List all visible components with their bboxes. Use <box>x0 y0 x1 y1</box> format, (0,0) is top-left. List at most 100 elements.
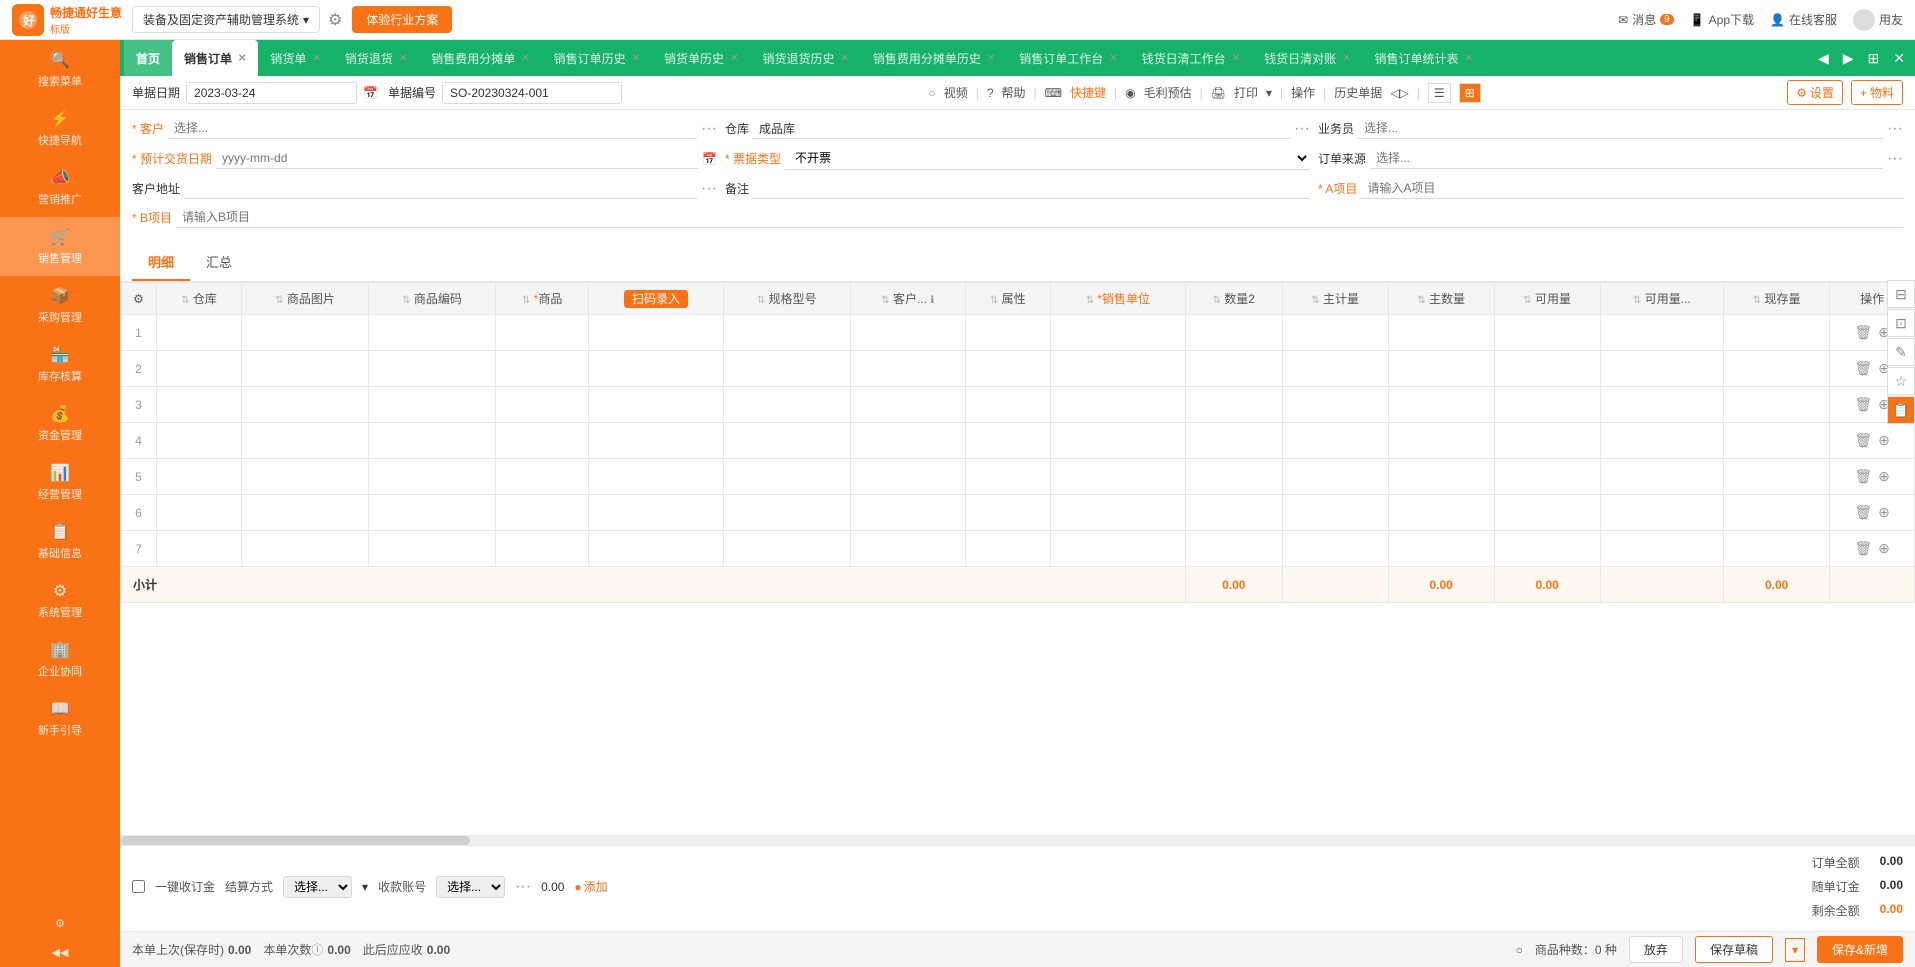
print-action[interactable]: 打印 <box>1234 84 1258 101</box>
customer-input[interactable] <box>168 118 697 139</box>
app-download-button[interactable]: 📱 App下载 <box>1690 11 1754 28</box>
row-available-3[interactable] <box>1494 387 1600 423</box>
row-available2-1[interactable] <box>1600 315 1723 351</box>
delivery-date-input[interactable] <box>216 148 698 169</box>
row-delete-6[interactable]: 🗑 <box>1854 504 1872 521</box>
tab-close-icon[interactable]: ✕ <box>1342 53 1350 64</box>
sidebar-item-search[interactable]: 🔍 搜索菜单 <box>0 40 120 99</box>
row-warehouse-2[interactable] <box>157 351 242 387</box>
row-customer-3[interactable] <box>850 387 965 423</box>
tab-summary[interactable]: 汇总 <box>190 244 248 281</box>
discard-button[interactable]: 放弃 <box>1629 936 1683 963</box>
customer-more-icon[interactable]: ··· <box>701 120 717 138</box>
row-code-1[interactable] <box>369 315 496 351</box>
row-main-unit-1[interactable] <box>1282 315 1388 351</box>
tab-daily-reconcile[interactable]: 钱货日清对账 ✕ <box>1252 40 1362 76</box>
solution-button[interactable]: 体验行业方案 <box>352 6 452 33</box>
tab-sales-order[interactable]: 销售订单 ✕ <box>172 40 258 76</box>
row-main-qty-3[interactable] <box>1388 387 1494 423</box>
row-copy-6[interactable]: ⊕ <box>1878 504 1890 521</box>
receipt-select[interactable]: 选择... <box>436 876 505 898</box>
row-warehouse-1[interactable] <box>157 315 242 351</box>
profit-action[interactable]: 毛利预估 <box>1144 84 1192 101</box>
sidebar-item-sales[interactable]: 🛒 销售管理 <box>0 217 120 276</box>
row-image-3[interactable] <box>242 387 369 423</box>
row-main-unit-2[interactable] <box>1282 351 1388 387</box>
help-action[interactable]: 帮助 <box>1002 84 1026 101</box>
rp-btn-2[interactable]: ⊡ <box>1887 309 1915 337</box>
address-input[interactable] <box>184 178 697 199</box>
row-qty2-3[interactable] <box>1185 387 1282 423</box>
a-project-input[interactable] <box>1361 178 1903 199</box>
settings-button[interactable]: ⚙ 设置 <box>1787 80 1843 105</box>
tab-sales-expense[interactable]: 销售费用分摊单 ✕ <box>419 40 541 76</box>
b-project-input[interactable] <box>176 207 1903 228</box>
remark-input[interactable] <box>753 178 1310 199</box>
sidebar-item-gear[interactable]: ⚙ <box>0 909 120 938</box>
row-available2-3[interactable] <box>1600 387 1723 423</box>
row-image-2[interactable] <box>242 351 369 387</box>
tab-close-icon[interactable]: ✕ <box>840 53 848 64</box>
table-scrollbar[interactable] <box>120 835 1915 845</box>
one-click-checkbox[interactable] <box>132 880 145 893</box>
calendar-small-icon[interactable]: 📅 <box>702 152 717 166</box>
message-button[interactable]: ✉ 消息 9 <box>1618 11 1674 28</box>
warehouse-input[interactable] <box>753 118 1290 139</box>
calendar-icon[interactable]: 📅 <box>363 86 378 100</box>
row-delete-1[interactable]: 🗑 <box>1854 324 1872 341</box>
row-available-1[interactable] <box>1494 315 1600 351</box>
row-image-1[interactable] <box>242 315 369 351</box>
save-new-button[interactable]: 保存&新增 <box>1817 936 1903 963</box>
row-customer-2[interactable] <box>850 351 965 387</box>
nav-prev-icon[interactable]: ◀ <box>1812 48 1835 69</box>
operate-action[interactable]: 操作 <box>1291 84 1315 101</box>
user-menu[interactable]: 用友 <box>1853 9 1903 31</box>
row-customer-1[interactable] <box>850 315 965 351</box>
settings-icon[interactable]: ⚙ <box>328 10 342 30</box>
row-copy-4[interactable]: ⊕ <box>1878 432 1890 449</box>
tab-return-history[interactable]: 销货退货历史 ✕ <box>750 40 860 76</box>
tab-close-icon[interactable]: ✕ <box>632 53 640 64</box>
view-toggle-list[interactable]: ☰ <box>1428 83 1451 103</box>
row-scan-2[interactable] <box>589 351 723 387</box>
row-delete-3[interactable]: 🗑 <box>1854 396 1872 413</box>
invoice-type-select[interactable]: 不开票 <box>785 147 1310 170</box>
tab-daily-workbench[interactable]: 钱货日清工作台 ✕ <box>1130 40 1252 76</box>
row-warehouse-3[interactable] <box>157 387 242 423</box>
row-main-qty-2[interactable] <box>1388 351 1494 387</box>
system-selector[interactable]: 装备及固定资产辅助管理系统 ▾ <box>132 6 320 33</box>
row-delete-4[interactable]: 🗑 <box>1854 432 1872 449</box>
nav-expand-icon[interactable]: ⊞ <box>1862 48 1886 69</box>
view-toggle-grid[interactable]: ⊞ <box>1459 83 1481 103</box>
row-main-qty-1[interactable] <box>1388 315 1494 351</box>
row-spec-2[interactable] <box>723 351 850 387</box>
row-main-unit-3[interactable] <box>1282 387 1388 423</box>
tab-detail[interactable]: 明细 <box>132 244 190 281</box>
table-scroll-thumb[interactable] <box>120 836 470 845</box>
row-delete-2[interactable]: 🗑 <box>1854 360 1872 377</box>
tab-close-icon[interactable]: ✕ <box>730 53 738 64</box>
th-scan[interactable]: 扫码录入 <box>589 283 723 315</box>
row-unit-3[interactable] <box>1050 387 1185 423</box>
tab-close-icon[interactable]: ✕ <box>1232 53 1240 64</box>
tab-close-icon[interactable]: ✕ <box>312 53 320 64</box>
tab-close-icon[interactable]: ✕ <box>399 53 407 64</box>
nav-next-icon[interactable]: ▶ <box>1837 48 1860 69</box>
row-unit-2[interactable] <box>1050 351 1185 387</box>
rp-btn-1[interactable]: ⊟ <box>1887 280 1915 308</box>
row-available2-2[interactable] <box>1600 351 1723 387</box>
tab-sales-goods[interactable]: 销货单 ✕ <box>258 40 332 76</box>
sidebar-item-enterprise[interactable]: 🏢 企业协同 <box>0 630 120 689</box>
row-qty2-1[interactable] <box>1185 315 1282 351</box>
address-more-icon[interactable]: ··· <box>701 180 717 198</box>
hotkey-action[interactable]: 快捷键 <box>1070 84 1106 101</box>
sidebar-item-purchase[interactable]: 📦 采购管理 <box>0 276 120 335</box>
sidebar-item-marketing[interactable]: 📣 营销推广 <box>0 158 120 217</box>
tab-close-icon[interactable]: ✕ <box>238 53 246 64</box>
row-product-3[interactable] <box>496 387 589 423</box>
row-attr-3[interactable] <box>965 387 1050 423</box>
tab-close-icon[interactable]: ✕ <box>1465 53 1473 64</box>
order-source-more-icon[interactable]: ··· <box>1887 150 1903 168</box>
tab-expense-history[interactable]: 销售费用分摊单历史 ✕ <box>861 40 1007 76</box>
sidebar-item-system[interactable]: ⚙ 系统管理 <box>0 571 120 630</box>
